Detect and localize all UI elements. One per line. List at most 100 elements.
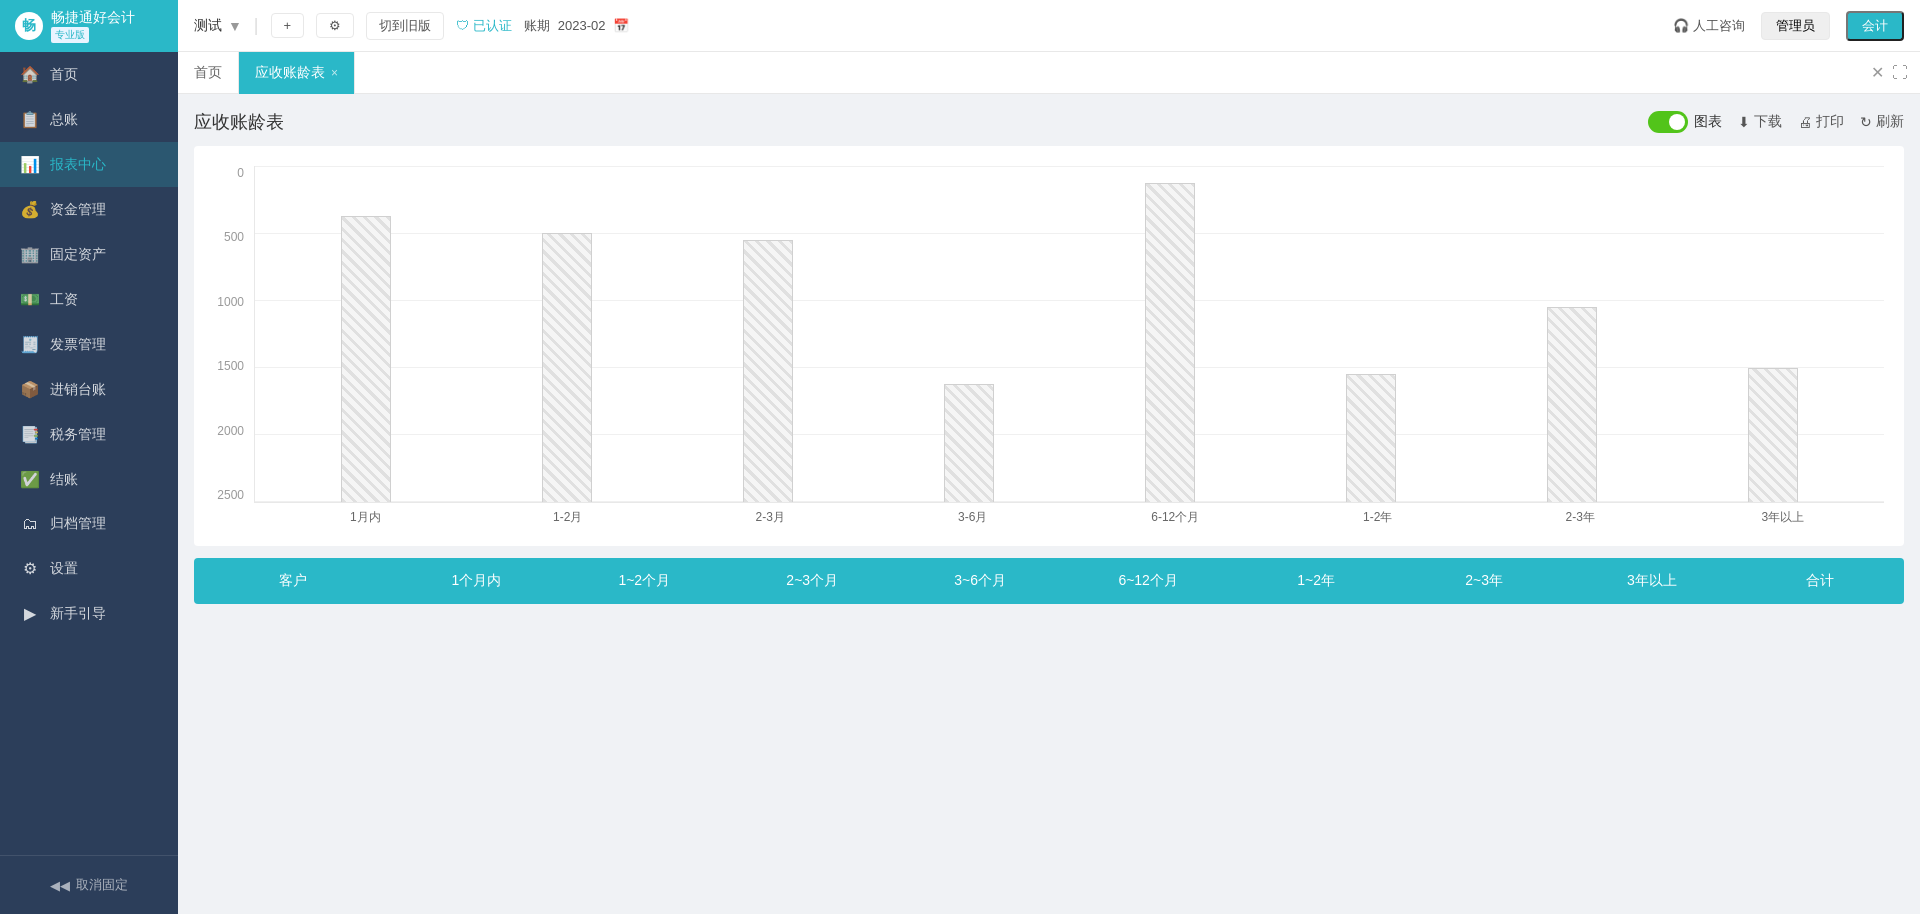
y-label-1500: 1500 xyxy=(214,359,244,373)
x-label-0: 1月内 xyxy=(264,503,467,526)
main-area: 测试 ▼ | + ⚙ 切到旧版 🛡 已认证 账期 2023-02 📅 🎧 人工咨… xyxy=(178,0,1920,914)
y-label-2000: 2000 xyxy=(214,424,244,438)
th-3-6m: 3~6个月 xyxy=(896,558,1064,604)
sidebar-item-tax-label: 税务管理 xyxy=(50,426,106,444)
verified-label: 已认证 xyxy=(473,17,512,35)
switch-old-version-button[interactable]: 切到旧版 xyxy=(366,12,444,40)
sidebar-item-reports[interactable]: 📊 报表中心 xyxy=(0,142,178,187)
add-company-button[interactable]: + xyxy=(271,13,305,38)
download-button[interactable]: ⬇ 下载 xyxy=(1738,113,1782,131)
headset-icon: 🎧 xyxy=(1673,18,1689,33)
sidebar-item-assets-label: 固定资产 xyxy=(50,246,106,264)
download-icon: ⬇ xyxy=(1738,114,1750,130)
trade-icon: 📦 xyxy=(20,380,40,399)
admin-button[interactable]: 管理员 xyxy=(1761,12,1830,40)
sidebar-item-archive-label: 归档管理 xyxy=(50,515,106,533)
close-window-icon[interactable]: ✕ xyxy=(1871,63,1884,82)
th-2-3y: 2~3年 xyxy=(1400,558,1568,604)
accountant-button[interactable]: 会计 xyxy=(1846,11,1904,41)
settings-button[interactable]: ⚙ xyxy=(316,13,354,38)
page-header: 应收账龄表 图表 ⬇ 下载 🖨 打印 ↻ 刷新 xyxy=(194,110,1904,134)
sidebar-item-assets[interactable]: 🏢 固定资产 xyxy=(0,232,178,277)
table-container: 客户 1个月内 1~2个月 2~3个月 3~6个月 6~12个月 1~2年 2~… xyxy=(194,558,1904,604)
sidebar-item-settings[interactable]: ⚙ 设置 xyxy=(0,546,178,591)
bar-group-3 xyxy=(868,166,1069,502)
print-button[interactable]: 🖨 打印 xyxy=(1798,113,1844,131)
cancel-fixed-label: 取消固定 xyxy=(76,876,128,894)
bar-1 xyxy=(542,233,592,502)
settings-icon: ⚙ xyxy=(20,559,40,578)
calendar-icon[interactable]: 📅 xyxy=(613,18,629,33)
table-header: 客户 1个月内 1~2个月 2~3个月 3~6个月 6~12个月 1~2年 2~… xyxy=(194,558,1904,604)
x-label-3: 3-6月 xyxy=(872,503,1075,526)
consult-button[interactable]: 🎧 人工咨询 xyxy=(1673,17,1745,35)
sidebar-item-home[interactable]: 🏠 首页 xyxy=(0,52,178,97)
tabs-bar: 首页 应收账龄表 × ✕ ⛶ xyxy=(178,52,1920,94)
cancel-fixed-button[interactable]: ◀◀ 取消固定 xyxy=(0,866,178,904)
archive-icon: 🗂 xyxy=(20,515,40,533)
tab-home-label: 首页 xyxy=(194,64,222,82)
company-selector[interactable]: 测试 ▼ xyxy=(194,17,242,35)
checkout-icon: ✅ xyxy=(20,470,40,489)
sidebar-item-guide[interactable]: ▶ 新手引导 xyxy=(0,591,178,636)
sidebar-item-home-label: 首页 xyxy=(50,66,78,84)
sidebar-item-guide-label: 新手引导 xyxy=(50,605,106,623)
period-info: 账期 2023-02 📅 xyxy=(524,17,629,35)
invoice-icon: 🧾 xyxy=(20,335,40,354)
x-label-4: 6-12个月 xyxy=(1074,503,1277,526)
period-label: 账期 xyxy=(524,18,550,33)
page-content: 应收账龄表 图表 ⬇ 下载 🖨 打印 ↻ 刷新 xyxy=(178,94,1920,914)
app-name: 畅捷通好会计 xyxy=(51,9,135,26)
sidebar-item-checkout[interactable]: ✅ 结账 xyxy=(0,457,178,502)
bar-0 xyxy=(341,216,391,502)
pin-icon: ◀◀ xyxy=(50,878,70,893)
tab-home[interactable]: 首页 xyxy=(178,52,239,94)
refresh-icon: ↻ xyxy=(1860,114,1872,130)
x-label-6: 2-3年 xyxy=(1479,503,1682,526)
th-customer: 客户 xyxy=(194,558,392,604)
sidebar-bottom: ◀◀ 取消固定 xyxy=(0,855,178,914)
sidebar-item-trade[interactable]: 📦 进销台账 xyxy=(0,367,178,412)
chart-toggle-wrap: 图表 xyxy=(1648,111,1722,133)
th-total: 合计 xyxy=(1736,558,1904,604)
x-label-5: 1-2年 xyxy=(1277,503,1480,526)
expand-icon[interactable]: ⛶ xyxy=(1892,64,1908,82)
th-6-12m: 6~12个月 xyxy=(1064,558,1232,604)
chart-container: 2500 2000 1500 1000 500 0 xyxy=(194,146,1904,546)
y-label-0: 0 xyxy=(214,166,244,180)
bar-5 xyxy=(1346,374,1396,502)
tabs-right: ✕ ⛶ xyxy=(1859,63,1920,82)
chart-toggle[interactable] xyxy=(1648,111,1688,133)
th-1-2y: 1~2年 xyxy=(1232,558,1400,604)
sidebar-nav: 🏠 首页 📋 总账 📊 报表中心 💰 资金管理 🏢 固定资产 💵 工资 🧾 发票… xyxy=(0,52,178,855)
sidebar-item-ledger[interactable]: 📋 总账 xyxy=(0,97,178,142)
tab-close-icon[interactable]: × xyxy=(331,66,338,80)
topbar: 测试 ▼ | + ⚙ 切到旧版 🛡 已认证 账期 2023-02 📅 🎧 人工咨… xyxy=(178,0,1920,52)
divider: | xyxy=(254,15,259,36)
bar-6 xyxy=(1547,307,1597,502)
sidebar-item-invoice[interactable]: 🧾 发票管理 xyxy=(0,322,178,367)
verified-badge: 🛡 已认证 xyxy=(456,17,512,35)
tax-icon: 📑 xyxy=(20,425,40,444)
tab-aging-report[interactable]: 应收账龄表 × xyxy=(239,52,355,94)
sidebar-item-tax[interactable]: 📑 税务管理 xyxy=(0,412,178,457)
y-label-1000: 1000 xyxy=(214,295,244,309)
sidebar-item-funds[interactable]: 💰 资金管理 xyxy=(0,187,178,232)
sidebar-item-salary-label: 工资 xyxy=(50,291,78,309)
bar-group-1 xyxy=(466,166,667,502)
x-label-1: 1-2月 xyxy=(467,503,670,526)
refresh-button[interactable]: ↻ 刷新 xyxy=(1860,113,1904,131)
bar-group-5 xyxy=(1271,166,1472,502)
bar-group-4 xyxy=(1070,166,1271,502)
sidebar-item-trade-label: 进销台账 xyxy=(50,381,106,399)
th-1-2m: 1~2个月 xyxy=(560,558,728,604)
y-label-2500: 2500 xyxy=(214,488,244,502)
sidebar-item-archive[interactable]: 🗂 归档管理 xyxy=(0,502,178,546)
sidebar: 畅 畅捷通好会计 专业版 🏠 首页 📋 总账 📊 报表中心 💰 资金管理 🏢 固… xyxy=(0,0,178,914)
bar-group-2 xyxy=(667,166,868,502)
x-label-7: 3年以上 xyxy=(1682,503,1885,526)
bar-4 xyxy=(1145,183,1195,502)
x-labels: 1月内 1-2月 2-3月 3-6月 6-12个月 1-2年 2-3年 3年以上 xyxy=(254,503,1884,526)
guide-icon: ▶ xyxy=(20,604,40,623)
sidebar-item-salary[interactable]: 💵 工资 xyxy=(0,277,178,322)
